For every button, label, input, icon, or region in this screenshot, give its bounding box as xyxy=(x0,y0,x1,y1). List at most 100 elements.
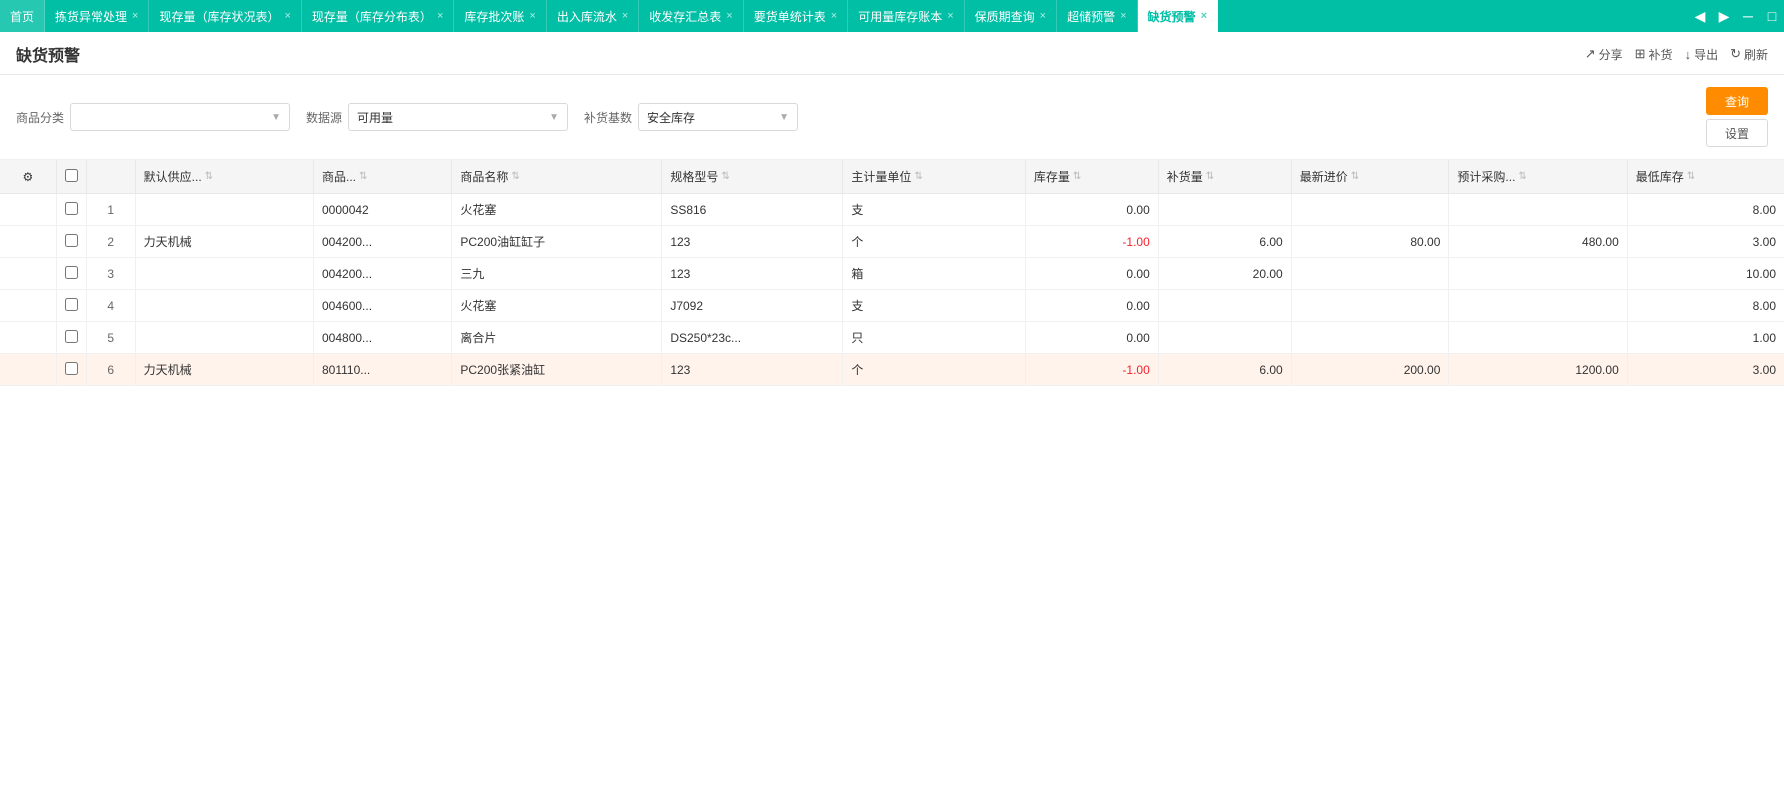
row-gear-1 xyxy=(0,226,56,258)
tab-close-overstock[interactable]: × xyxy=(1120,10,1126,22)
row-spec-3: J7092 xyxy=(662,290,843,322)
refresh-button[interactable]: ↻ 刷新 xyxy=(1730,46,1768,63)
tab-expiry[interactable]: 保质期查询 × xyxy=(965,0,1057,32)
th-gear[interactable]: ⚙ xyxy=(0,160,56,194)
row-check-4[interactable] xyxy=(56,322,86,354)
export-icon: ↓ xyxy=(1685,47,1692,62)
tab-close-expiry[interactable]: × xyxy=(1040,10,1046,22)
datasource-label: 数据源 xyxy=(306,109,342,126)
datasource-chevron-icon: ▼ xyxy=(549,112,559,123)
row-spec-4: DS250*23c... xyxy=(662,322,843,354)
tab-abnormal[interactable]: 拣货异常处理 × xyxy=(45,0,149,32)
replenish-icon: ⊞ xyxy=(1635,46,1646,62)
tab-close-inv-dist[interactable]: × xyxy=(437,10,443,22)
tab-order-stats[interactable]: 要货单统计表 × xyxy=(744,0,848,32)
row-checkbox-1[interactable] xyxy=(65,234,78,247)
sort-icon-est: ⇅ xyxy=(1518,171,1526,182)
row-checkbox-3[interactable] xyxy=(65,298,78,311)
th-stock-qty[interactable]: 库存量 ⇅ xyxy=(1025,160,1158,194)
tab-close-order[interactable]: × xyxy=(831,10,837,22)
th-row-num xyxy=(86,160,135,194)
tab-prev-button[interactable]: ◀ xyxy=(1688,0,1712,32)
tab-inout-flow[interactable]: 出入库流水 × xyxy=(547,0,639,32)
replenish-button[interactable]: ⊞ 补货 xyxy=(1635,46,1673,63)
tab-overstock[interactable]: 超储预警 × xyxy=(1057,0,1137,32)
tab-close-inv-status[interactable]: × xyxy=(284,10,290,22)
th-product-code[interactable]: 商品... ⇅ xyxy=(314,160,452,194)
row-spec-0: SS816 xyxy=(662,194,843,226)
th-min-stock[interactable]: 最低库存 ⇅ xyxy=(1627,160,1784,194)
row-name-4: 离合片 xyxy=(452,322,662,354)
tab-inventory-dist[interactable]: 现存量（库存分布表） × xyxy=(302,0,454,32)
tab-next-button[interactable]: ▶ xyxy=(1712,0,1736,32)
gear-icon: ⚙ xyxy=(23,170,34,184)
share-button[interactable]: ↗ 分享 xyxy=(1585,46,1623,63)
tab-shortage[interactable]: 缺货预警 × xyxy=(1138,0,1218,32)
row-price-1: 80.00 xyxy=(1291,226,1449,258)
row-min-4: 1.00 xyxy=(1627,322,1784,354)
row-supplier-5: 力天机械 xyxy=(135,354,313,386)
tab-home[interactable]: 首页 xyxy=(0,0,45,32)
row-gear-4 xyxy=(0,322,56,354)
row-stock-5: -1.00 xyxy=(1025,354,1158,386)
row-min-0: 8.00 xyxy=(1627,194,1784,226)
row-check-1[interactable] xyxy=(56,226,86,258)
row-name-0: 火花塞 xyxy=(452,194,662,226)
th-check[interactable] xyxy=(56,160,86,194)
select-all-checkbox[interactable] xyxy=(65,169,78,182)
row-unit-3: 支 xyxy=(843,290,1025,322)
page-header: 缺货预警 ↗ 分享 ⊞ 补货 ↓ 导出 ↻ 刷新 xyxy=(0,32,1784,75)
settings-button[interactable]: 设置 xyxy=(1706,119,1768,147)
export-button[interactable]: ↓ 导出 xyxy=(1685,46,1719,63)
tab-close-batch[interactable]: × xyxy=(529,10,535,22)
tab-collect-summary[interactable]: 收发存汇总表 × xyxy=(639,0,743,32)
row-check-0[interactable] xyxy=(56,194,86,226)
tab-close-shortage[interactable]: × xyxy=(1201,10,1207,22)
th-latest-price[interactable]: 最新进价 ⇅ xyxy=(1291,160,1449,194)
row-supplier-2 xyxy=(135,258,313,290)
row-check-3[interactable] xyxy=(56,290,86,322)
row-checkbox-5[interactable] xyxy=(65,362,78,375)
tab-close-avail[interactable]: × xyxy=(947,10,953,22)
query-button[interactable]: 查询 xyxy=(1706,87,1768,115)
row-est-1: 480.00 xyxy=(1449,226,1627,258)
row-replenish-4 xyxy=(1158,322,1291,354)
th-default-supplier[interactable]: 默认供应... ⇅ xyxy=(135,160,313,194)
tab-available-ledger[interactable]: 可用量库存账本 × xyxy=(848,0,964,32)
datasource-filter-group: 数据源 可用量 ▼ xyxy=(306,103,568,131)
row-spec-1: 123 xyxy=(662,226,843,258)
replenish-base-label: 补货基数 xyxy=(584,109,632,126)
tab-close-collect[interactable]: × xyxy=(726,10,732,22)
table-row: 2 力天机械 004200... PC200油缸缸子 123 个 -1.00 6… xyxy=(0,226,1784,258)
th-est-purchase[interactable]: 预计采购... ⇅ xyxy=(1449,160,1627,194)
replenish-base-chevron-icon: ▼ xyxy=(779,112,789,123)
tab-inventory-status[interactable]: 现存量（库存状况表） × xyxy=(149,0,301,32)
datasource-select[interactable]: 可用量 ▼ xyxy=(348,103,568,131)
tab-maximize-button[interactable]: □ xyxy=(1760,0,1784,32)
sort-icon-supplier: ⇅ xyxy=(205,171,213,182)
row-num-4: 5 xyxy=(86,322,135,354)
row-replenish-2: 20.00 xyxy=(1158,258,1291,290)
tab-batch-account[interactable]: 库存批次账 × xyxy=(454,0,546,32)
tab-close-abnormal[interactable]: × xyxy=(132,10,138,22)
row-checkbox-2[interactable] xyxy=(65,266,78,279)
th-product-name[interactable]: 商品名称 ⇅ xyxy=(452,160,662,194)
tab-bar: 首页 拣货异常处理 × 现存量（库存状况表） × 现存量（库存分布表） × 库存… xyxy=(0,0,1784,32)
th-replenish-qty[interactable]: 补货量 ⇅ xyxy=(1158,160,1291,194)
th-unit[interactable]: 主计量单位 ⇅ xyxy=(843,160,1025,194)
tab-close-inout[interactable]: × xyxy=(622,10,628,22)
th-spec[interactable]: 规格型号 ⇅ xyxy=(662,160,843,194)
tab-minimize-button[interactable]: ─ xyxy=(1736,0,1760,32)
row-checkbox-4[interactable] xyxy=(65,330,78,343)
refresh-icon: ↻ xyxy=(1730,46,1741,62)
row-check-5[interactable] xyxy=(56,354,86,386)
row-checkbox-0[interactable] xyxy=(65,202,78,215)
row-num-0: 1 xyxy=(86,194,135,226)
row-check-2[interactable] xyxy=(56,258,86,290)
replenish-base-select[interactable]: 安全库存 ▼ xyxy=(638,103,798,131)
row-est-3 xyxy=(1449,290,1627,322)
category-select[interactable]: ▼ xyxy=(70,103,290,131)
row-replenish-5: 6.00 xyxy=(1158,354,1291,386)
row-replenish-0 xyxy=(1158,194,1291,226)
row-min-1: 3.00 xyxy=(1627,226,1784,258)
